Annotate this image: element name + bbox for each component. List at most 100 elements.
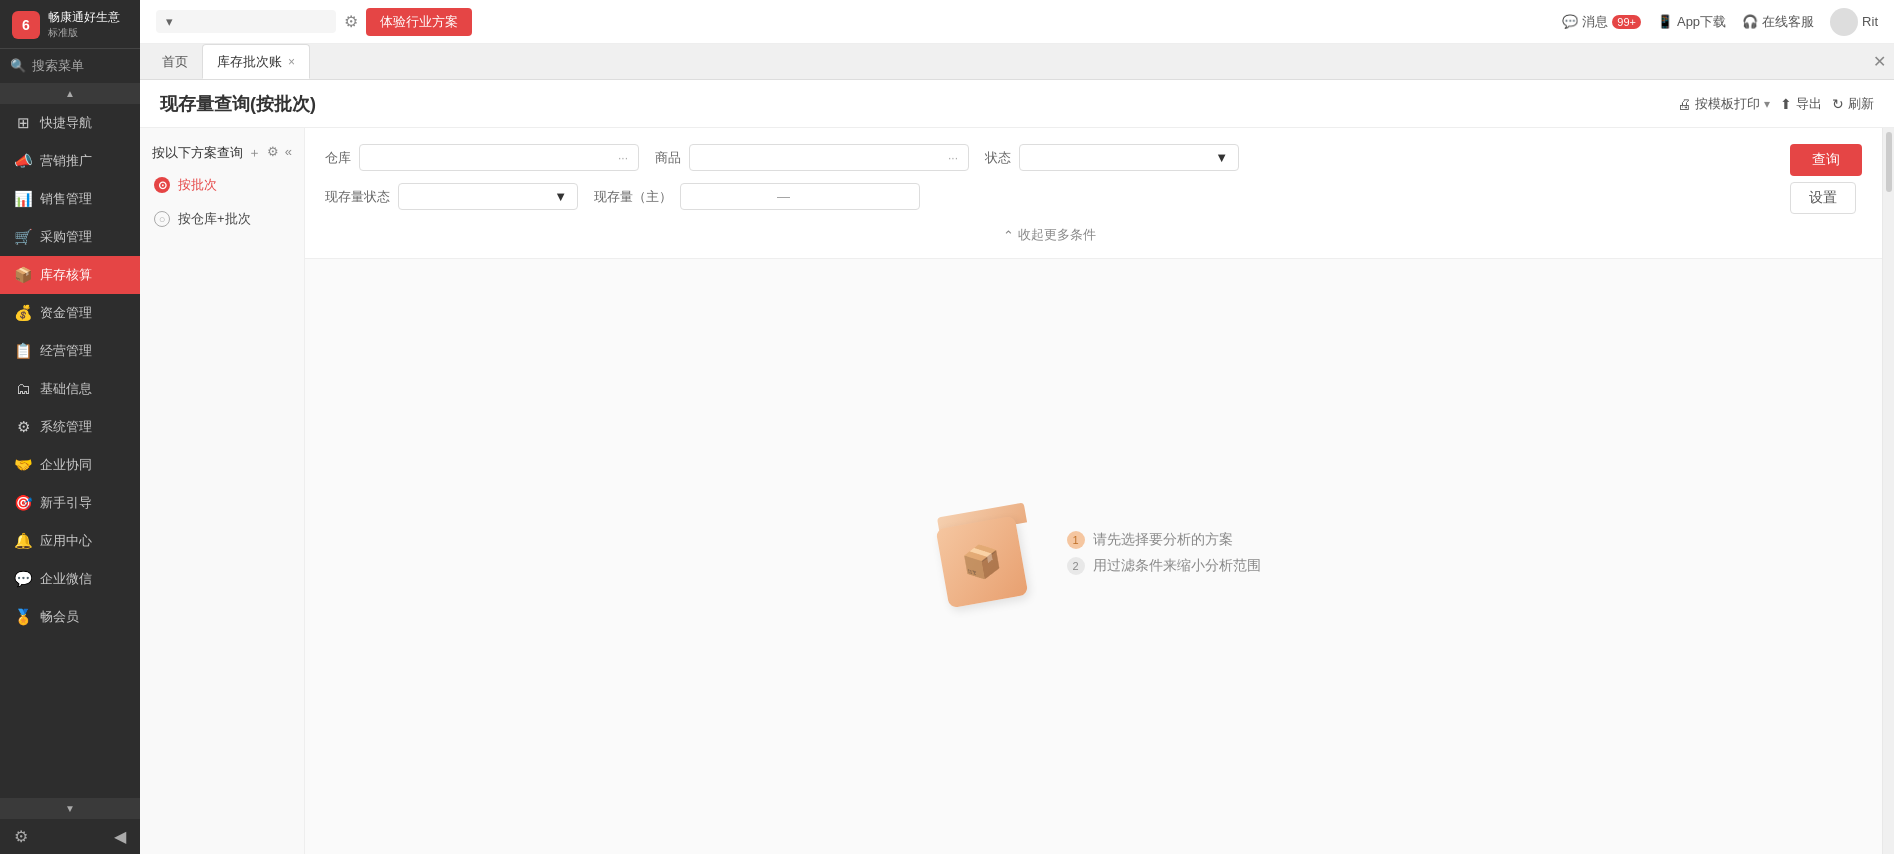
- collapse-label: 收起更多条件: [1018, 226, 1096, 244]
- empty-box: 📦: [935, 515, 1028, 608]
- toggle-sidebar-icon[interactable]: ◀: [114, 827, 126, 846]
- sidebar-item-purchase[interactable]: 🛒 采购管理: [0, 218, 140, 256]
- dropdown-arrow-icon: ▾: [166, 14, 173, 29]
- panel-title: 按以下方案查询: [152, 144, 243, 162]
- product-more-icon[interactable]: ···: [948, 151, 958, 165]
- tab-inventory-batch[interactable]: 库存批次账 ×: [202, 44, 310, 79]
- sidebar-search[interactable]: 🔍 搜索菜单: [0, 49, 140, 84]
- tab-close-icon[interactable]: ×: [288, 55, 295, 69]
- panel-header: 按以下方案查询 ＋ ⚙ «: [140, 138, 304, 168]
- sidebar-item-basic[interactable]: 🗂 基础信息: [0, 370, 140, 408]
- sidebar-item-label: 销售管理: [40, 190, 92, 208]
- collapse-more[interactable]: ⌃ 收起更多条件: [325, 222, 1774, 248]
- export-button[interactable]: ⬆ 导出: [1780, 95, 1822, 113]
- message-action[interactable]: 💬 消息 99+: [1562, 13, 1641, 31]
- sidebar-scroll-up[interactable]: ▲: [0, 84, 140, 104]
- product-input[interactable]: ···: [689, 144, 969, 171]
- sidebar-item-system[interactable]: ⚙ 系统管理: [0, 408, 140, 446]
- sidebar-item-finance[interactable]: 💰 资金管理: [0, 294, 140, 332]
- topbar-gear-icon[interactable]: ⚙: [344, 12, 358, 31]
- tab-home[interactable]: 首页: [148, 44, 202, 79]
- status-dropdown-icon[interactable]: ▼: [1215, 150, 1228, 165]
- business-icon: 📋: [14, 342, 32, 360]
- sidebar-item-corp[interactable]: 🤝 企业协同: [0, 446, 140, 484]
- inventory-status-select[interactable]: ▼: [398, 183, 578, 210]
- collapse-panel-icon[interactable]: «: [285, 144, 292, 162]
- settings-icon[interactable]: ⚙: [14, 827, 28, 846]
- add-scheme-icon[interactable]: ＋: [248, 144, 261, 162]
- step1-text: 请先选择要分析的方案: [1093, 531, 1233, 549]
- inventory-status-dropdown-icon[interactable]: ▼: [554, 189, 567, 204]
- message-badge: 99+: [1612, 15, 1641, 29]
- sidebar-item-sales[interactable]: 📊 销售管理: [0, 180, 140, 218]
- status-select[interactable]: ▼: [1019, 144, 1239, 171]
- status-label: 状态: [985, 149, 1011, 167]
- member-icon: 🏅: [14, 608, 32, 626]
- by-warehouse-batch-label: 按仓库+批次: [178, 210, 251, 228]
- sidebar-item-label: 经营管理: [40, 342, 92, 360]
- inventory-icon: 📦: [14, 266, 32, 284]
- tab-home-label: 首页: [162, 53, 188, 71]
- collapse-up-icon: ⌃: [1003, 228, 1014, 243]
- topbar-search-area[interactable]: ▾: [156, 10, 336, 33]
- corp-icon: 🤝: [14, 456, 32, 474]
- sidebar-item-label: 应用中心: [40, 532, 92, 550]
- warehouse-text-input[interactable]: [370, 150, 612, 165]
- purchase-icon: 🛒: [14, 228, 32, 246]
- empty-step-1: 1 请先选择要分析的方案: [1067, 531, 1261, 549]
- page-header: 现存量查询(按批次) 🖨 按模板打印 ▾ ⬆ 导出 ↻ 刷新: [140, 80, 1894, 128]
- product-label: 商品: [655, 149, 681, 167]
- sidebar-item-inventory[interactable]: 📦 库存核算: [0, 256, 140, 294]
- scroll-thumb[interactable]: [1886, 132, 1892, 192]
- scheme-settings-icon[interactable]: ⚙: [267, 144, 279, 162]
- step2-text: 用过滤条件来缩小分析范围: [1093, 557, 1261, 575]
- filter-status: 状态 ▼: [985, 144, 1239, 171]
- sidebar-item-app[interactable]: 🔔 应用中心: [0, 522, 140, 560]
- newbie-icon: 🎯: [14, 494, 32, 512]
- sidebar-item-member[interactable]: 🏅 畅会员: [0, 598, 140, 636]
- sidebar-item-newbie[interactable]: 🎯 新手引导: [0, 484, 140, 522]
- brand-name: 畅康通好生意: [48, 10, 120, 26]
- tab-close-right-icon[interactable]: ✕: [1873, 52, 1886, 71]
- print-button[interactable]: 🖨 按模板打印 ▾: [1677, 95, 1770, 113]
- warehouse-more-icon[interactable]: ···: [618, 151, 628, 165]
- right-scrollbar[interactable]: [1882, 128, 1894, 854]
- sidebar-item-label: 企业协同: [40, 456, 92, 474]
- topbar-dropdown[interactable]: ▾: [166, 14, 173, 29]
- right-panel: 仓库 ··· 商品 ···: [305, 128, 1882, 854]
- sidebar-item-quick-nav[interactable]: ⊞ 快捷导航: [0, 104, 140, 142]
- online-service-action[interactable]: 🎧 在线客服: [1742, 13, 1814, 31]
- sidebar-item-label: 资金管理: [40, 304, 92, 322]
- sidebar: 6 畅康通好生意 标准版 🔍 搜索菜单 ▲ ⊞ 快捷导航 📣 营销推广 📊 销售…: [0, 0, 140, 854]
- product-text-input[interactable]: [700, 150, 942, 165]
- qty-from-input[interactable]: [691, 189, 771, 204]
- print-dropdown-icon[interactable]: ▾: [1764, 97, 1770, 111]
- qty-to-input[interactable]: [796, 189, 876, 204]
- sidebar-item-label: 系统管理: [40, 418, 92, 436]
- inventory-qty-range: —: [680, 183, 920, 210]
- query-button[interactable]: 查询: [1790, 144, 1862, 176]
- user-area[interactable]: Rit: [1830, 8, 1878, 36]
- filter-product: 商品 ···: [655, 144, 969, 171]
- warehouse-input[interactable]: ···: [359, 144, 639, 171]
- sidebar-footer: ⚙ ◀: [0, 818, 140, 854]
- trial-button[interactable]: 体验行业方案: [366, 8, 472, 36]
- search-label: 搜索菜单: [32, 57, 84, 75]
- filter-buttons: 查询 设置: [1790, 144, 1862, 214]
- sidebar-item-wechat[interactable]: 💬 企业微信: [0, 560, 140, 598]
- by-batch-icon: ⊙: [154, 177, 170, 193]
- panel-item-by-warehouse-batch[interactable]: ○ 按仓库+批次: [140, 202, 304, 236]
- sidebar-scroll-down[interactable]: ▼: [0, 798, 140, 818]
- basic-icon: 🗂: [14, 380, 32, 398]
- app-icon: 🔔: [14, 532, 32, 550]
- refresh-button[interactable]: ↻ 刷新: [1832, 95, 1874, 113]
- sidebar-item-business[interactable]: 📋 经营管理: [0, 332, 140, 370]
- app-download-action[interactable]: 📱 App下载: [1657, 13, 1726, 31]
- setup-button[interactable]: 设置: [1790, 182, 1856, 214]
- sidebar-item-marketing[interactable]: 📣 营销推广: [0, 142, 140, 180]
- step2-num: 2: [1067, 557, 1085, 575]
- step1-num: 1: [1067, 531, 1085, 549]
- page-title: 现存量查询(按批次): [160, 92, 1667, 116]
- panel-item-by-batch[interactable]: ⊙ 按批次: [140, 168, 304, 202]
- message-label: 消息: [1582, 13, 1608, 31]
